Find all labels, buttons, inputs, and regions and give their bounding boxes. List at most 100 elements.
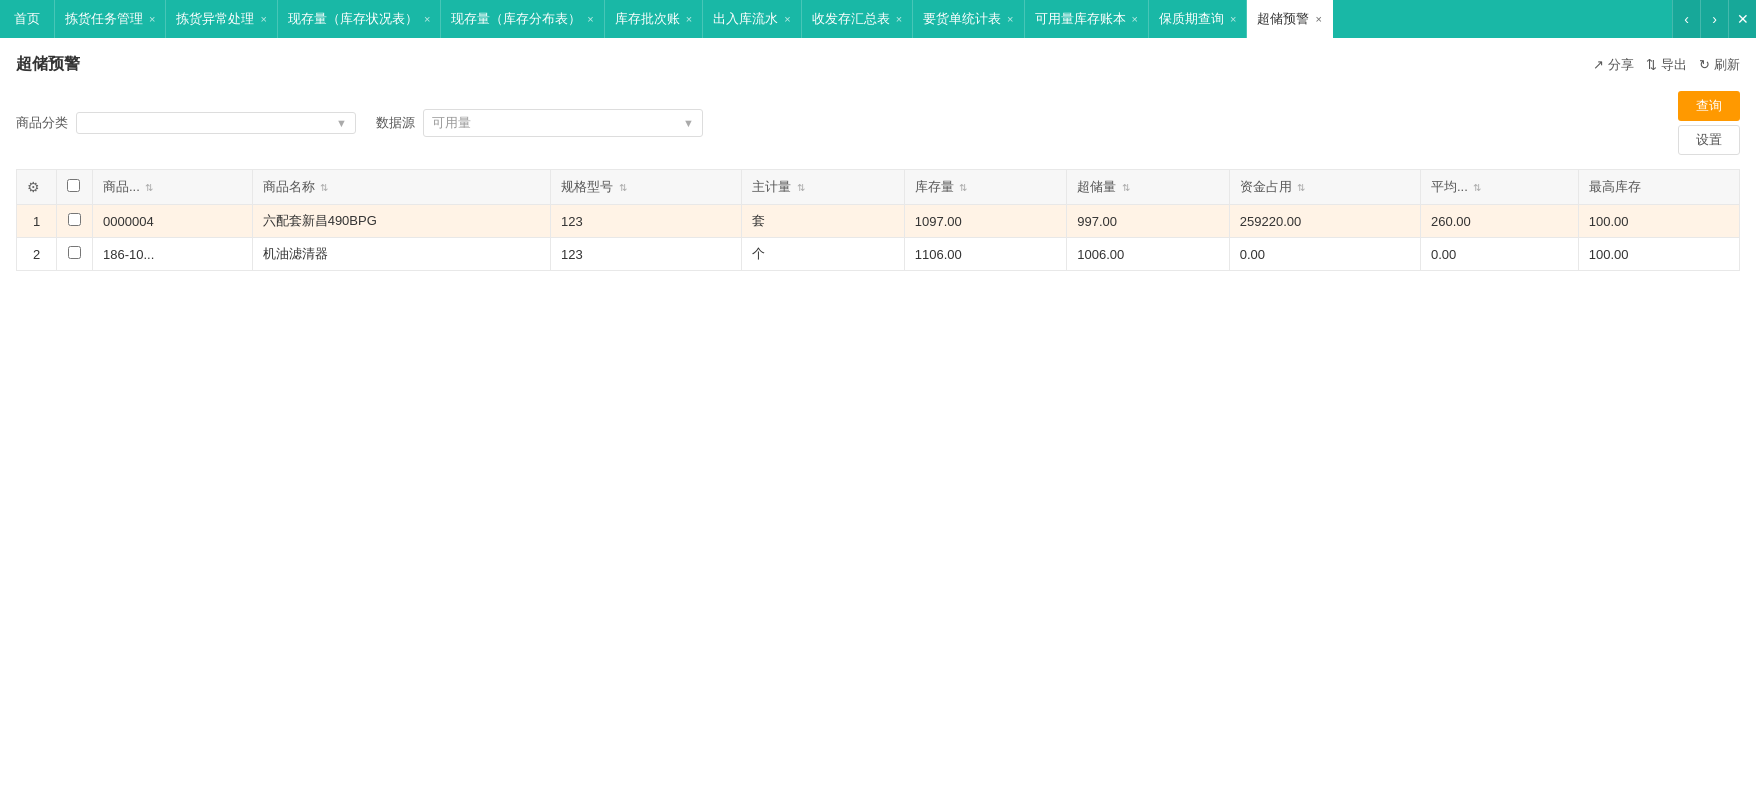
nav-tab-10[interactable]: 保质期查询 × <box>1149 0 1247 38</box>
col-header-capital[interactable]: 资金占用 ⇅ <box>1229 170 1420 205</box>
col-header-product-name[interactable]: 商品名称 ⇅ <box>252 170 550 205</box>
export-icon: ⇅ <box>1646 57 1657 72</box>
nav-tab-active[interactable]: 超储预警 × <box>1247 0 1332 38</box>
close-tab-1-icon[interactable]: × <box>149 13 155 25</box>
table-row: 2 186-10... 机油滤清器 123 个 1106.00 1006.00 … <box>17 238 1740 271</box>
row-overflow-1: 997.00 <box>1067 205 1230 238</box>
sort-unit-icon: ⇅ <box>797 182 805 193</box>
nav-tab-1[interactable]: 拣货任务管理 × <box>55 0 166 38</box>
row-unit-2: 个 <box>742 238 905 271</box>
nav-tab-2[interactable]: 拣货异常处理 × <box>166 0 277 38</box>
nav-arrows: ‹ › ✕ <box>1672 0 1756 38</box>
row-checkbox-2 <box>57 238 93 271</box>
datasource-select-value: 可用量 <box>432 114 471 132</box>
row-spec-1: 123 <box>551 205 742 238</box>
close-tab-3-icon[interactable]: × <box>424 13 430 25</box>
settings-button[interactable]: 设置 <box>1678 125 1740 155</box>
nav-tab-6[interactable]: 出入库流水 × <box>703 0 801 38</box>
nav-tab-7[interactable]: 收发存汇总表 × <box>802 0 913 38</box>
row-avg-1: 260.00 <box>1421 205 1579 238</box>
row-product-code-1: 0000004 <box>93 205 253 238</box>
select-all-checkbox[interactable] <box>67 179 80 192</box>
close-tab-8-icon[interactable]: × <box>1007 13 1013 25</box>
settings-gear-icon[interactable]: ⚙ <box>27 179 40 195</box>
nav-prev-button[interactable]: ‹ <box>1672 0 1700 38</box>
sort-capital-icon: ⇅ <box>1297 182 1305 193</box>
row-capital-1: 259220.00 <box>1229 205 1420 238</box>
export-button[interactable]: ⇅ 导出 <box>1646 56 1687 74</box>
col-header-spec[interactable]: 规格型号 ⇅ <box>551 170 742 205</box>
sort-stock-icon: ⇅ <box>959 182 967 193</box>
col-header-checkbox <box>57 170 93 205</box>
page-actions: ↗ 分享 ⇅ 导出 ↻ 刷新 <box>1593 56 1740 74</box>
nav-tab-5[interactable]: 库存批次账 × <box>605 0 703 38</box>
category-dropdown-icon: ▼ <box>336 117 347 129</box>
col-header-unit[interactable]: 主计量 ⇅ <box>742 170 905 205</box>
nav-close-button[interactable]: ✕ <box>1728 0 1756 38</box>
data-table: ⚙ 商品... ⇅ 商品名称 ⇅ 规格型号 ⇅ 主计量 <box>16 169 1740 271</box>
row-overflow-2: 1006.00 <box>1067 238 1230 271</box>
row-avg-2: 0.00 <box>1421 238 1579 271</box>
datasource-select[interactable]: 可用量 ▼ <box>423 109 703 137</box>
close-tab-5-icon[interactable]: × <box>686 13 692 25</box>
filter-buttons: 查询 设置 <box>1678 91 1740 155</box>
col-header-product-code[interactable]: 商品... ⇅ <box>93 170 253 205</box>
close-tab-active-icon[interactable]: × <box>1315 13 1321 25</box>
close-tab-9-icon[interactable]: × <box>1132 13 1138 25</box>
close-tab-10-icon[interactable]: × <box>1230 13 1236 25</box>
sort-spec-icon: ⇅ <box>619 182 627 193</box>
datasource-dropdown-icon: ▼ <box>683 117 694 129</box>
col-header-settings: ⚙ <box>17 170 57 205</box>
row-stock-1: 1097.00 <box>904 205 1067 238</box>
row-max-stock-2: 100.00 <box>1578 238 1739 271</box>
datasource-label: 数据源 <box>376 114 415 132</box>
datasource-filter: 数据源 可用量 ▼ <box>376 109 703 137</box>
table-header-row: ⚙ 商品... ⇅ 商品名称 ⇅ 规格型号 ⇅ 主计量 <box>17 170 1740 205</box>
query-button[interactable]: 查询 <box>1678 91 1740 121</box>
row-unit-1: 套 <box>742 205 905 238</box>
close-tab-4-icon[interactable]: × <box>587 13 593 25</box>
close-tab-7-icon[interactable]: × <box>896 13 902 25</box>
close-tab-2-icon[interactable]: × <box>260 13 266 25</box>
category-select[interactable]: ▼ <box>76 112 356 134</box>
sort-product-code-icon: ⇅ <box>145 182 153 193</box>
col-header-overflow[interactable]: 超储量 ⇅ <box>1067 170 1230 205</box>
row-num-2: 2 <box>17 238 57 271</box>
table-row: 1 0000004 六配套新昌490BPG 123 套 1097.00 997.… <box>17 205 1740 238</box>
col-header-max-stock[interactable]: 最高库存 <box>1578 170 1739 205</box>
col-header-stock[interactable]: 库存量 ⇅ <box>904 170 1067 205</box>
row-select-checkbox-1[interactable] <box>68 213 81 226</box>
row-select-checkbox-2[interactable] <box>68 246 81 259</box>
row-max-stock-1: 100.00 <box>1578 205 1739 238</box>
top-navigation: 首页 拣货任务管理 × 拣货异常处理 × 现存量（库存状况表） × 现存量（库存… <box>0 0 1756 38</box>
sort-product-name-icon: ⇅ <box>320 182 328 193</box>
filter-row: 商品分类 ▼ 数据源 可用量 ▼ 查询 设置 <box>16 91 1740 155</box>
row-product-code-2: 186-10... <box>93 238 253 271</box>
row-product-name-1: 六配套新昌490BPG <box>252 205 550 238</box>
nav-tab-8[interactable]: 要货单统计表 × <box>913 0 1024 38</box>
page-title: 超储预警 <box>16 54 80 75</box>
row-checkbox-1 <box>57 205 93 238</box>
category-label: 商品分类 <box>16 114 68 132</box>
row-stock-2: 1106.00 <box>904 238 1067 271</box>
refresh-icon: ↻ <box>1699 57 1710 72</box>
share-icon: ↗ <box>1593 57 1604 72</box>
close-tab-6-icon[interactable]: × <box>784 13 790 25</box>
page-content: 超储预警 ↗ 分享 ⇅ 导出 ↻ 刷新 商品分类 ▼ 数据源 <box>0 38 1756 800</box>
nav-next-button[interactable]: › <box>1700 0 1728 38</box>
row-product-name-2: 机油滤清器 <box>252 238 550 271</box>
sort-overflow-icon: ⇅ <box>1122 182 1130 193</box>
nav-home[interactable]: 首页 <box>0 0 55 38</box>
nav-tab-9[interactable]: 可用量库存账本 × <box>1025 0 1149 38</box>
share-button[interactable]: ↗ 分享 <box>1593 56 1634 74</box>
row-spec-2: 123 <box>551 238 742 271</box>
nav-tab-3[interactable]: 现存量（库存状况表） × <box>278 0 441 38</box>
category-filter: 商品分类 ▼ <box>16 112 356 134</box>
row-capital-2: 0.00 <box>1229 238 1420 271</box>
page-header: 超储预警 ↗ 分享 ⇅ 导出 ↻ 刷新 <box>16 54 1740 75</box>
sort-avg-icon: ⇅ <box>1473 182 1481 193</box>
nav-tab-4[interactable]: 现存量（库存分布表） × <box>441 0 604 38</box>
row-num-1: 1 <box>17 205 57 238</box>
refresh-button[interactable]: ↻ 刷新 <box>1699 56 1740 74</box>
col-header-avg[interactable]: 平均... ⇅ <box>1421 170 1579 205</box>
